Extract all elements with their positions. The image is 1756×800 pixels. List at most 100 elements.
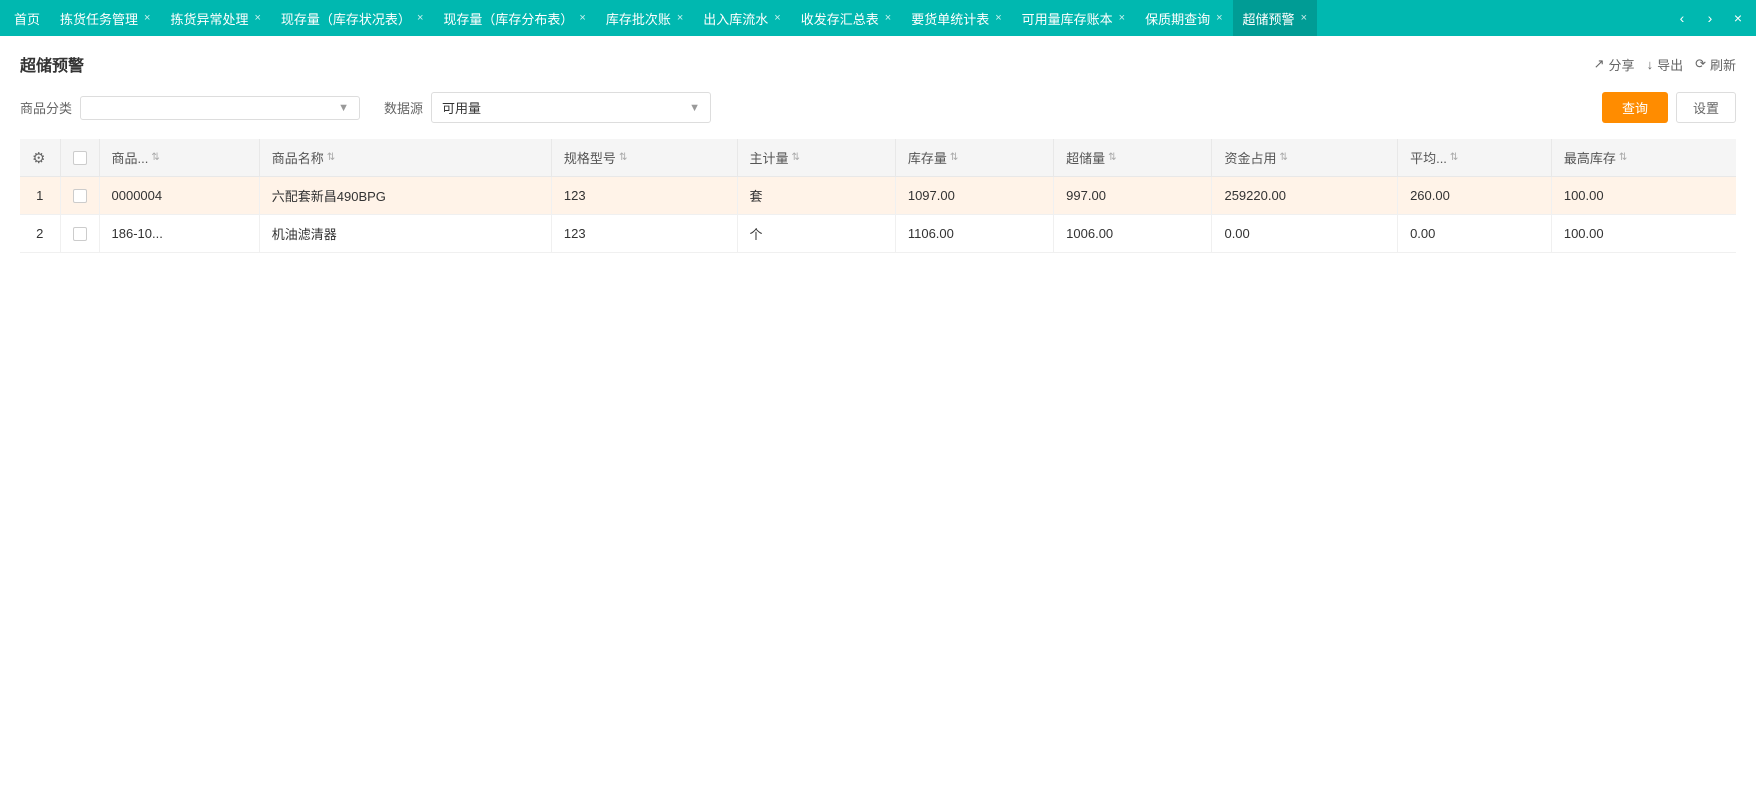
topbar-available-stock[interactable]: 可用量库存账本 × (1012, 0, 1135, 36)
close-icon[interactable]: × (144, 12, 150, 24)
th-unit[interactable]: 主计量 ⇅ (737, 139, 895, 177)
topbar-picking-task[interactable]: 拣货任务管理 × (50, 0, 160, 36)
close-icon[interactable]: × (885, 12, 891, 24)
close-icon[interactable]: × (995, 12, 1001, 24)
cell-product-code: 186-10... (99, 215, 259, 253)
th-avg[interactable]: 平均... ⇅ (1398, 139, 1552, 177)
page-header: 超储预警 ↗ 分享 ↓ 导出 ⟳ 刷新 (20, 52, 1736, 76)
topbar-inout-flow[interactable]: 出入库流水 × (693, 0, 790, 36)
row-checkbox[interactable] (73, 227, 87, 241)
th-product-code[interactable]: 商品... ⇅ (99, 139, 259, 177)
th-spec[interactable]: 规格型号 ⇅ (551, 139, 737, 177)
cell-overstock: 997.00 (1054, 177, 1212, 215)
cell-stock: 1097.00 (895, 177, 1053, 215)
category-filter: 商品分类 ▼ (20, 96, 360, 120)
topbar-quality-check[interactable]: 保质期查询 × (1135, 0, 1232, 36)
sort-icon: ⇅ (950, 152, 958, 163)
close-tab-button[interactable]: × (1724, 4, 1752, 32)
export-icon: ↓ (1647, 57, 1654, 72)
next-tab-button[interactable]: › (1696, 4, 1724, 32)
row-index: 2 (20, 215, 60, 253)
topbar-order-stats[interactable]: 要货单统计表 × (901, 0, 1011, 36)
filter-actions: 查询 设置 (1602, 92, 1736, 123)
th-settings: ⚙ (20, 139, 60, 177)
data-table: ⚙ 商品... ⇅ 商品名称 ⇅ (20, 139, 1736, 253)
close-icon[interactable]: × (677, 12, 683, 24)
cell-spec: 123 (551, 215, 737, 253)
page-actions: ↗ 分享 ↓ 导出 ⟳ 刷新 (1594, 55, 1736, 74)
topbar-inventory-batch[interactable]: 库存批次账 × (596, 0, 693, 36)
category-select[interactable]: ▼ (80, 96, 360, 120)
sort-icon: ⇅ (1108, 152, 1116, 163)
cell-capital: 0.00 (1212, 215, 1398, 253)
cell-max-stock: 100.00 (1551, 215, 1736, 253)
topbar-navigation: ‹ › × (1668, 4, 1752, 32)
cell-capital: 259220.00 (1212, 177, 1398, 215)
datasource-label: 数据源 (384, 98, 423, 117)
category-label: 商品分类 (20, 98, 72, 117)
share-icon: ↗ (1594, 56, 1605, 72)
th-product-name[interactable]: 商品名称 ⇅ (259, 139, 551, 177)
th-stock[interactable]: 库存量 ⇅ (895, 139, 1053, 177)
sort-icon: ⇅ (619, 152, 627, 163)
close-icon[interactable]: × (579, 12, 585, 24)
table-row: 1 0000004 六配套新昌490BPG 123 套 1097.00 997.… (20, 177, 1736, 215)
close-icon[interactable]: × (417, 12, 423, 24)
sort-icon: ⇅ (1279, 152, 1287, 163)
topbar-picking-exception[interactable]: 拣货异常处理 × (160, 0, 270, 36)
topbar-overstock-warning[interactable]: 超储预警 × (1233, 0, 1317, 36)
table-row: 2 186-10... 机油滤清器 123 个 1106.00 1006.00 … (20, 215, 1736, 253)
th-max-stock[interactable]: 最高库存 ⇅ (1551, 139, 1736, 177)
datasource-select[interactable]: 可用量 ▼ (431, 92, 711, 123)
th-capital[interactable]: 资金占用 ⇅ (1212, 139, 1398, 177)
cell-overstock: 1006.00 (1054, 215, 1212, 253)
topbar-inventory-status[interactable]: 现存量（库存状况表） × (271, 0, 433, 36)
cell-product-code: 0000004 (99, 177, 259, 215)
prev-tab-button[interactable]: ‹ (1668, 4, 1696, 32)
close-icon[interactable]: × (774, 12, 780, 24)
cell-stock: 1106.00 (895, 215, 1053, 253)
datasource-filter: 数据源 可用量 ▼ (384, 92, 711, 123)
cell-unit: 套 (737, 177, 895, 215)
chevron-down-icon: ▼ (338, 102, 349, 114)
cell-product-name: 六配套新昌490BPG (259, 177, 551, 215)
cell-unit: 个 (737, 215, 895, 253)
page-title: 超储预警 (20, 52, 84, 76)
th-checkbox (60, 139, 99, 177)
filter-row: 商品分类 ▼ 数据源 可用量 ▼ 查询 设置 (20, 92, 1736, 123)
refresh-icon: ⟳ (1695, 56, 1706, 72)
sort-icon: ⇅ (1450, 152, 1458, 163)
table-header-row: ⚙ 商品... ⇅ 商品名称 ⇅ (20, 139, 1736, 177)
topbar: 首页 拣货任务管理 × 拣货异常处理 × 现存量（库存状况表） × 现存量（库存… (0, 0, 1756, 36)
row-checkbox-cell (60, 215, 99, 253)
topbar-home[interactable]: 首页 (4, 0, 50, 36)
cell-avg: 260.00 (1398, 177, 1552, 215)
topbar-inventory-dist[interactable]: 现存量（库存分布表） × (433, 0, 595, 36)
select-all-checkbox[interactable] (73, 151, 87, 165)
share-button[interactable]: ↗ 分享 (1594, 55, 1635, 74)
settings-button[interactable]: 设置 (1676, 92, 1736, 123)
datasource-select-value: 可用量 (442, 98, 481, 117)
query-button[interactable]: 查询 (1602, 92, 1668, 123)
close-icon[interactable]: × (1119, 12, 1125, 24)
cell-max-stock: 100.00 (1551, 177, 1736, 215)
gear-icon[interactable]: ⚙ (32, 150, 45, 167)
sort-icon: ⇅ (792, 152, 800, 163)
th-overstock[interactable]: 超储量 ⇅ (1054, 139, 1212, 177)
row-index: 1 (20, 177, 60, 215)
refresh-button[interactable]: ⟳ 刷新 (1695, 55, 1736, 74)
sort-icon: ⇅ (1619, 152, 1627, 163)
close-icon[interactable]: × (1216, 12, 1222, 24)
row-checkbox-cell (60, 177, 99, 215)
sort-icon: ⇅ (327, 152, 335, 163)
chevron-down-icon: ▼ (689, 102, 700, 114)
close-icon[interactable]: × (254, 12, 260, 24)
cell-avg: 0.00 (1398, 215, 1552, 253)
close-icon[interactable]: × (1301, 12, 1307, 24)
export-button[interactable]: ↓ 导出 (1647, 55, 1684, 74)
sort-icon: ⇅ (151, 152, 159, 163)
row-checkbox[interactable] (73, 189, 87, 203)
topbar-collect-summary[interactable]: 收发存汇总表 × (791, 0, 901, 36)
cell-product-name: 机油滤清器 (259, 215, 551, 253)
page-container: 超储预警 ↗ 分享 ↓ 导出 ⟳ 刷新 商品分类 ▼ 数据源 (0, 36, 1756, 269)
